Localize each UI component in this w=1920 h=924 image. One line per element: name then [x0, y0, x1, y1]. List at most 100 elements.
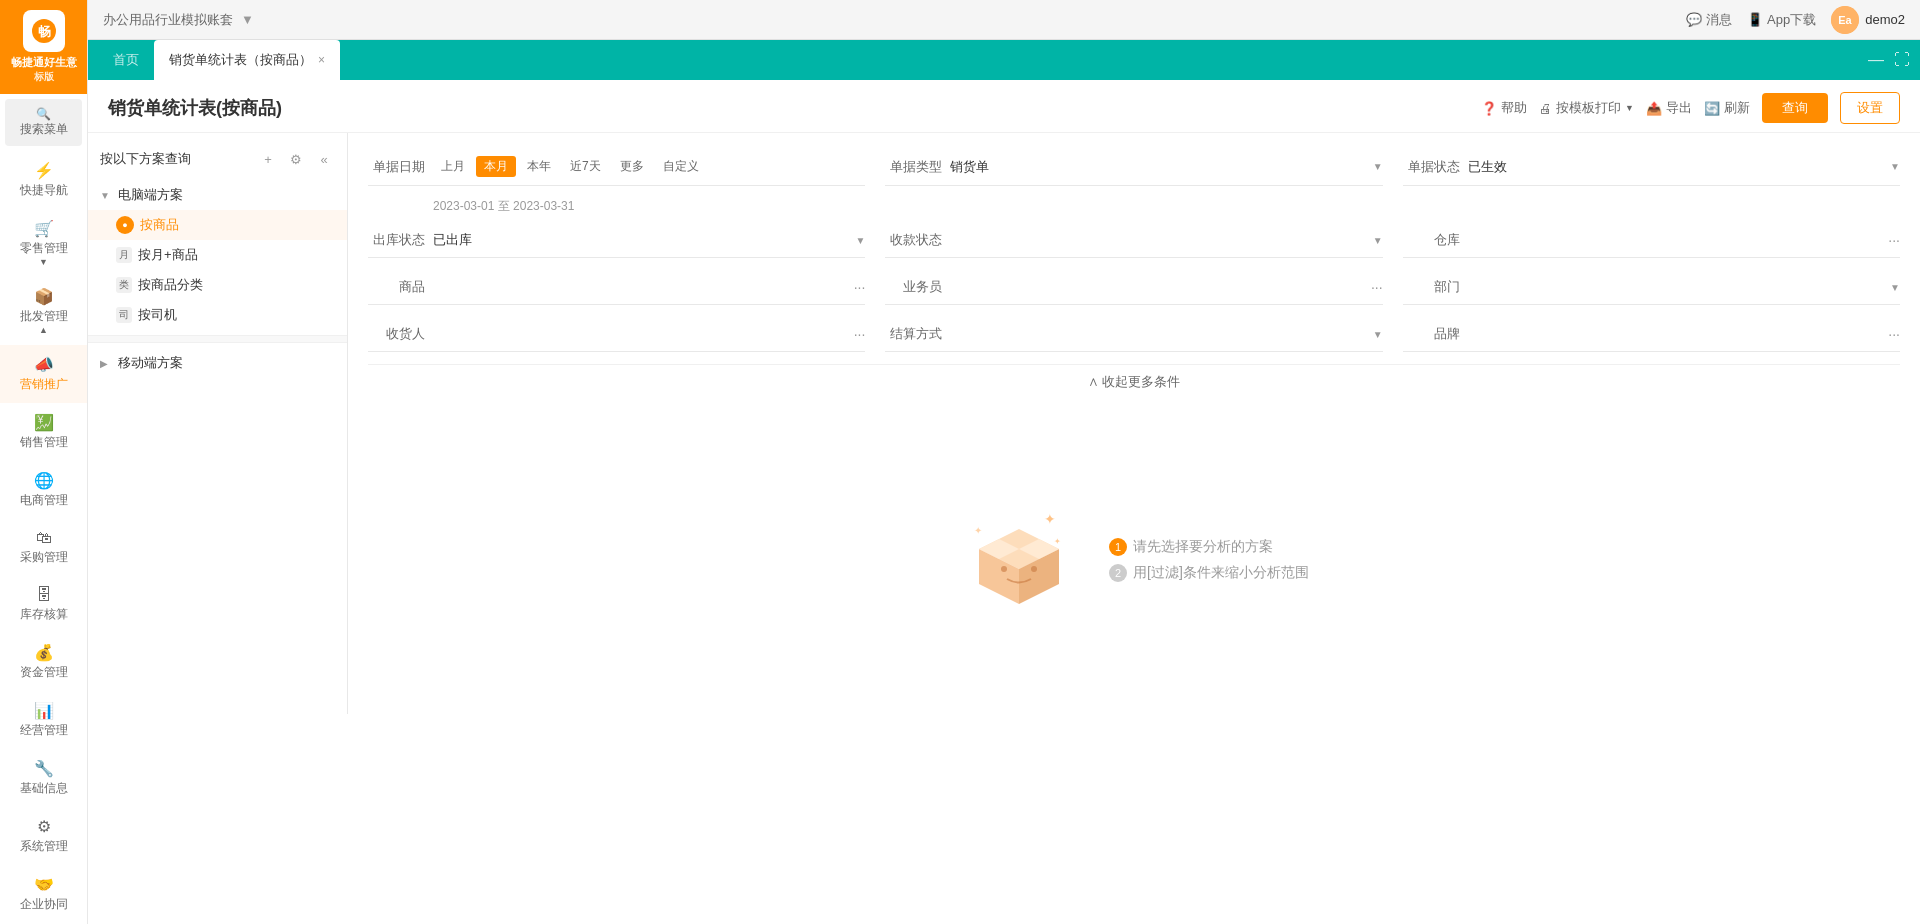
sidebar-logo[interactable]: 畅 畅捷通好生意 标版	[0, 0, 87, 94]
outstatus-value-group[interactable]: 已出库 ▼	[433, 231, 865, 249]
tab-sales-report[interactable]: 销货单统计表（按商品） ×	[154, 40, 340, 80]
tab-maximize-btn[interactable]: ⛶	[1894, 51, 1910, 69]
status-value: 已生效	[1468, 158, 1507, 176]
warehouse-value-group[interactable]: ···	[1468, 232, 1900, 248]
tab-minimize-btn[interactable]: —	[1868, 51, 1884, 69]
mobile-toggle-icon: ▶	[100, 358, 114, 369]
filter-recvstatus-cell: 收款状态 ▼	[885, 223, 1382, 258]
collapse-panel-btn[interactable]: «	[313, 148, 335, 170]
search-menu[interactable]: 🔍 搜索菜单	[5, 99, 82, 146]
main-area: 办公用品行业模拟账套 ▼ 💬 消息 📱 App下载 Ea demo2	[88, 0, 1920, 924]
settings-scheme-btn[interactable]: ⚙	[285, 148, 307, 170]
filter-row-1: 单据日期 上月 本月 本年 近7天 更多 自定义	[368, 148, 1900, 186]
tree-item-by-driver[interactable]: 司 按司机	[88, 300, 347, 330]
date-tab-this-month[interactable]: 本月	[476, 156, 516, 177]
page-header: 销货单统计表(按商品) ❓ 帮助 🖨 按模板打印 ▼ 📤 导出 🔄 刷新	[88, 80, 1920, 133]
dept-value-group[interactable]: ▼	[1468, 282, 1900, 293]
sidebar-item-sales[interactable]: 💹 销售管理	[0, 403, 87, 461]
message-btn[interactable]: 💬 消息	[1686, 11, 1732, 29]
salesperson-value-group[interactable]: ···	[950, 279, 1382, 295]
sidebar-item-wholesale[interactable]: 📦 批发管理 ▲	[0, 277, 87, 345]
sidebar-item-inventory[interactable]: 🗄 库存核算	[0, 576, 87, 633]
help-btn[interactable]: ❓ 帮助	[1481, 99, 1527, 117]
type-value-group[interactable]: 销货单 ▼	[950, 158, 1382, 176]
date-tab-last-month[interactable]: 上月	[433, 156, 473, 177]
date-range-text: 2023-03-01 至 2023-03-31	[433, 199, 574, 213]
collapse-filters-btn[interactable]: ∧ 收起更多条件	[368, 364, 1900, 399]
recvstatus-value-group[interactable]: ▼	[950, 235, 1382, 246]
sidebar-item-retail[interactable]: 🛒 零售管理 ▼	[0, 209, 87, 277]
tree-item-by-goods[interactable]: ● 按商品	[88, 210, 347, 240]
top-header: 办公用品行业模拟账套 ▼ 💬 消息 📱 App下载 Ea demo2	[88, 0, 1920, 40]
svg-text:✦: ✦	[1054, 537, 1061, 546]
tab-close-icon[interactable]: ×	[318, 53, 325, 67]
brand-dots[interactable]: ···	[1888, 326, 1900, 342]
sidebar-item-quick-nav[interactable]: ⚡ 快捷导航	[0, 151, 87, 209]
status-label: 单据状态	[1403, 158, 1468, 176]
tab-home[interactable]: 首页	[98, 40, 154, 80]
salesperson-dots[interactable]: ···	[1371, 279, 1383, 295]
basic-icon: 🔧	[5, 759, 82, 778]
sidebar-item-finance-label: 资金管理	[5, 664, 82, 681]
date-tab-more[interactable]: 更多	[612, 156, 652, 177]
tree-pc-section-header[interactable]: ▼ 电脑端方案	[88, 180, 347, 210]
sidebar-item-finance[interactable]: 💰 资金管理	[0, 633, 87, 691]
date-tab-7days[interactable]: 近7天	[562, 156, 609, 177]
status-value-group[interactable]: 已生效 ▼	[1468, 158, 1900, 176]
ecommerce-icon: 🌐	[5, 471, 82, 490]
by-goods-icon: ●	[116, 216, 134, 234]
page-content: 销货单统计表(按商品) ❓ 帮助 🖨 按模板打印 ▼ 📤 导出 🔄 刷新	[88, 80, 1920, 924]
sidebar-item-basic-label: 基础信息	[5, 780, 82, 797]
payment-value-group[interactable]: ▼	[950, 329, 1382, 340]
sidebar-item-basic[interactable]: 🔧 基础信息	[0, 749, 87, 807]
sales-icon: 💹	[5, 413, 82, 432]
enterprise-icon: 🤝	[5, 875, 82, 894]
left-panel-header: 按以下方案查询 + ⚙ «	[88, 143, 347, 175]
tree-item-by-category[interactable]: 类 按商品分类	[88, 270, 347, 300]
print-icon: 🖨	[1539, 101, 1552, 116]
template-print-label: 按模板打印	[1556, 99, 1621, 117]
tree-item-by-month[interactable]: 月 按月+商品	[88, 240, 347, 270]
receiver-dots[interactable]: ···	[854, 326, 866, 342]
goods-value-group[interactable]: ···	[433, 279, 865, 295]
sidebar-item-operation-label: 经营管理	[5, 722, 82, 739]
user-name: demo2	[1865, 12, 1905, 27]
filter-brand-cell: 品牌 ···	[1403, 317, 1900, 352]
finance-icon: 💰	[5, 643, 82, 662]
export-btn[interactable]: 📤 导出	[1646, 99, 1692, 117]
brand-value-group[interactable]: ···	[1468, 326, 1900, 342]
date-tab-custom[interactable]: 自定义	[655, 156, 707, 177]
tab-home-label: 首页	[113, 51, 139, 69]
app-download-btn[interactable]: 📱 App下载	[1747, 11, 1816, 29]
by-category-label: 按商品分类	[138, 276, 203, 294]
brand-label: 品牌	[1403, 325, 1468, 343]
user-avatar: Ea	[1831, 6, 1859, 34]
svg-text:Ea: Ea	[1839, 14, 1853, 26]
query-button[interactable]: 查询	[1762, 93, 1828, 123]
svg-text:畅: 畅	[37, 24, 50, 39]
sidebar-item-enterprise[interactable]: 🤝 企业协同	[0, 865, 87, 923]
sidebar-item-system[interactable]: ⚙ 系统管理	[0, 807, 87, 865]
type-value: 销货单	[950, 158, 989, 176]
template-print-btn[interactable]: 🖨 按模板打印 ▼	[1539, 99, 1634, 117]
sidebar-item-marketing[interactable]: 📣 营销推广	[0, 345, 87, 403]
goods-dots[interactable]: ···	[854, 279, 866, 295]
dept-chevron: ▼	[1890, 282, 1900, 293]
filter-date-cell: 单据日期 上月 本月 本年 近7天 更多 自定义	[368, 148, 865, 186]
industry-dropdown[interactable]: ▼	[241, 12, 254, 27]
settings-scheme-icon: ⚙	[290, 152, 302, 167]
sidebar-item-operation[interactable]: 📊 经营管理	[0, 691, 87, 749]
sidebar-item-purchase[interactable]: 🛍 采购管理	[0, 519, 87, 576]
warehouse-dots[interactable]: ···	[1888, 232, 1900, 248]
tree-mobile-section-header[interactable]: ▶ 移动端方案	[88, 348, 347, 378]
add-scheme-btn[interactable]: +	[257, 148, 279, 170]
operation-icon: 📊	[5, 701, 82, 720]
receiver-value-group[interactable]: ···	[433, 326, 865, 342]
date-tab-this-year[interactable]: 本年	[519, 156, 559, 177]
refresh-btn[interactable]: 🔄 刷新	[1704, 99, 1750, 117]
user-profile[interactable]: Ea demo2	[1831, 6, 1905, 34]
export-icon: 📤	[1646, 101, 1662, 116]
message-icon: 💬	[1686, 12, 1702, 27]
settings-button[interactable]: 设置	[1840, 92, 1900, 124]
sidebar-item-ecommerce[interactable]: 🌐 电商管理	[0, 461, 87, 519]
